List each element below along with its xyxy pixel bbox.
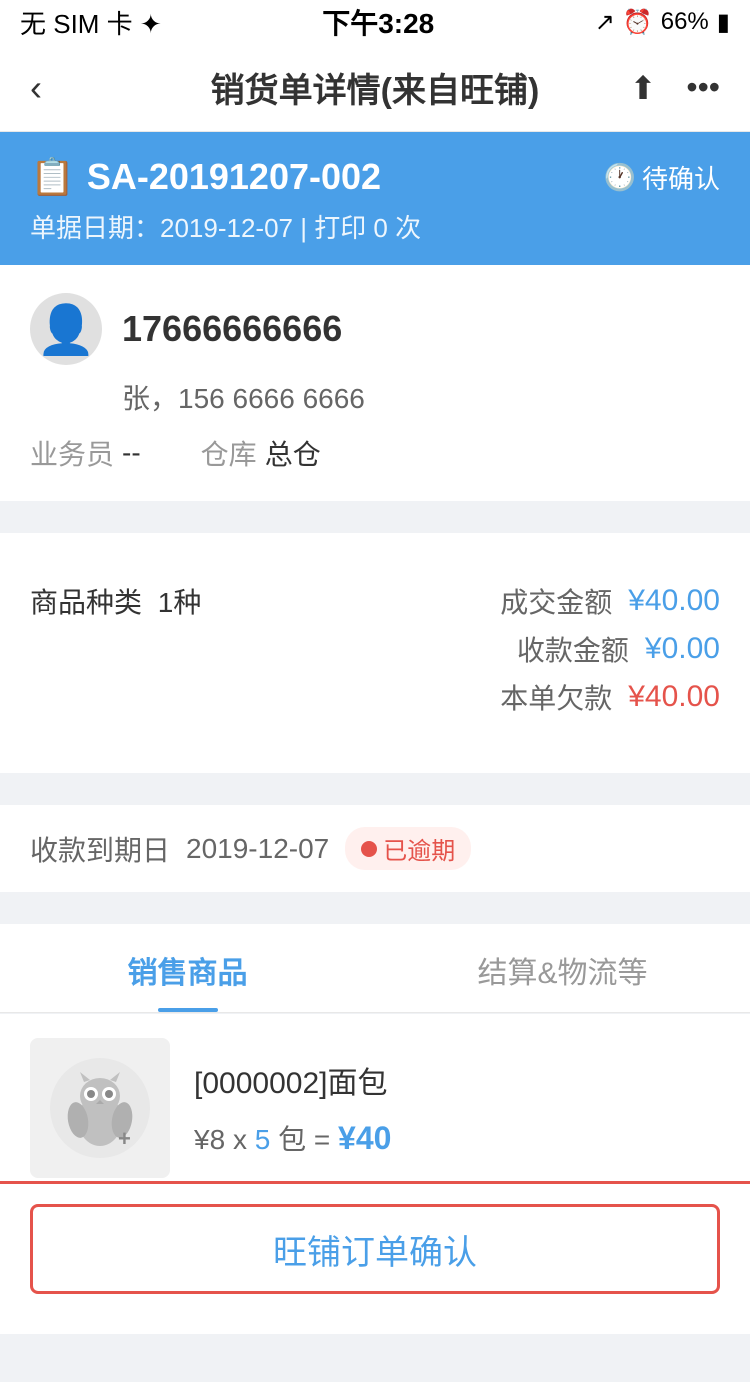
debt-label: 本单欠款 xyxy=(500,677,612,717)
amounts-list: 成交金额 ¥40.00 收款金额 ¥0.00 本单欠款 ¥40.00 xyxy=(500,581,720,725)
due-date-label: 收款到期日 xyxy=(30,829,170,869)
payment-amount-item: 收款金额 ¥0.00 xyxy=(500,629,720,669)
due-date-row: 收款到期日 2019-12-07 已逾期 xyxy=(0,805,750,892)
bottom-bar: 旺铺订单确认 xyxy=(0,1181,750,1334)
overdue-text: 已逾期 xyxy=(383,831,455,866)
clock-icon: 🕐 xyxy=(604,162,636,193)
equals-sign: = xyxy=(314,1124,338,1155)
payment-value: ¥0.00 xyxy=(645,632,720,666)
salesperson-item: 业务员 -- xyxy=(30,433,141,473)
order-status: 🕐 待确认 xyxy=(604,159,720,196)
location-icon: ↗ xyxy=(595,8,615,37)
customer-phone: 17666666666 xyxy=(122,308,342,350)
person-icon: 👤 xyxy=(36,301,96,358)
alarm-icon: ⏰ xyxy=(623,8,653,37)
order-header-top: 📋 SA-20191207-002 🕐 待确认 xyxy=(30,156,720,198)
category-label: 商品种类 xyxy=(30,587,142,618)
more-icon[interactable]: ••• xyxy=(686,69,720,106)
status-time: 下午3:28 xyxy=(322,2,434,42)
battery-icon: ▮ xyxy=(717,8,730,37)
tab-sales-products[interactable]: 销售商品 xyxy=(0,924,375,1012)
debt-value: ¥40.00 xyxy=(628,680,720,714)
customer-row: 👤 17666666666 xyxy=(30,293,720,365)
share-icon[interactable]: ⬆ xyxy=(630,69,657,107)
product-thumbnail: + xyxy=(30,1038,170,1178)
product-total: ¥40 xyxy=(338,1120,391,1156)
battery-text: 66% xyxy=(661,8,709,36)
category-info: 商品种类 1种 xyxy=(30,581,201,621)
product-info: [0000002]面包 ¥8 x 5 包 = ¥40 xyxy=(194,1058,720,1158)
category-value: 1种 xyxy=(158,587,202,618)
status-right: ↗ ⏰ 66% ▮ xyxy=(595,8,730,37)
deal-amount-item: 成交金额 ¥40.00 xyxy=(500,581,720,621)
product-qty: 5 xyxy=(255,1124,271,1155)
overdue-badge: 已逾期 xyxy=(345,827,471,870)
debt-amount-item: 本单欠款 ¥40.00 xyxy=(500,677,720,717)
divider-2 xyxy=(0,789,750,805)
product-price-row: ¥8 x 5 包 = ¥40 xyxy=(194,1118,720,1158)
salesperson-value: -- xyxy=(122,437,141,469)
due-date-value: 2019-12-07 xyxy=(186,833,329,865)
product-price: ¥8 xyxy=(194,1124,225,1155)
deal-label: 成交金额 xyxy=(500,581,612,621)
nav-bar: ‹ 销货单详情(来自旺铺) ⬆ ••• xyxy=(0,44,750,132)
amounts-card: 商品种类 1种 成交金额 ¥40.00 收款金额 ¥0.00 本单欠款 ¥40.… xyxy=(0,533,750,773)
payment-label: 收款金额 xyxy=(517,629,629,669)
order-header: 📋 SA-20191207-002 🕐 待确认 单据日期：2019-12-07 … xyxy=(0,132,750,265)
confirm-order-button[interactable]: 旺铺订单确认 xyxy=(30,1204,720,1294)
customer-name: 张，156 6666 6666 xyxy=(30,377,720,417)
status-bar: 无 SIM 卡 ✦ 下午3:28 ↗ ⏰ 66% ▮ xyxy=(0,0,750,44)
overdue-dot-icon xyxy=(361,841,377,857)
order-id: 📋 SA-20191207-002 xyxy=(30,156,381,198)
order-icon: 📋 xyxy=(30,156,75,198)
page-title: 销货单详情(来自旺铺) xyxy=(211,63,540,112)
customer-card: 👤 17666666666 张，156 6666 6666 业务员 -- 仓库 … xyxy=(0,265,750,501)
nav-actions: ⬆ ••• xyxy=(630,69,720,107)
product-card: + [0000002]面包 ¥8 x 5 包 = ¥40 xyxy=(0,1014,750,1202)
customer-meta: 业务员 -- 仓库 总仓 xyxy=(30,429,720,473)
deal-value: ¥40.00 xyxy=(628,584,720,618)
amounts-row: 商品种类 1种 成交金额 ¥40.00 收款金额 ¥0.00 本单欠款 ¥40.… xyxy=(30,561,720,745)
avatar: 👤 xyxy=(30,293,102,365)
tab-settlement[interactable]: 结算&物流等 xyxy=(375,924,750,1012)
warehouse-item: 仓库 总仓 xyxy=(201,433,321,473)
warehouse-value: 总仓 xyxy=(265,433,321,473)
tabs-container: 销售商品 结算&物流等 xyxy=(0,924,750,1013)
multiply-sign: x xyxy=(233,1124,255,1155)
back-button[interactable]: ‹ xyxy=(30,67,90,109)
no-sim-text: 无 SIM 卡 ✦ xyxy=(20,4,162,41)
salesperson-label: 业务员 xyxy=(30,433,114,473)
status-left: 无 SIM 卡 ✦ xyxy=(20,4,162,41)
divider-1 xyxy=(0,517,750,533)
warehouse-label: 仓库 xyxy=(201,433,257,473)
product-name: [0000002]面包 xyxy=(194,1058,720,1102)
order-meta: 单据日期：2019-12-07 | 打印 0 次 xyxy=(30,208,720,245)
divider-3 xyxy=(0,908,750,924)
product-unit: 包 xyxy=(278,1124,306,1155)
svg-text:+: + xyxy=(118,1126,131,1151)
product-thumb-image: + xyxy=(50,1058,150,1158)
